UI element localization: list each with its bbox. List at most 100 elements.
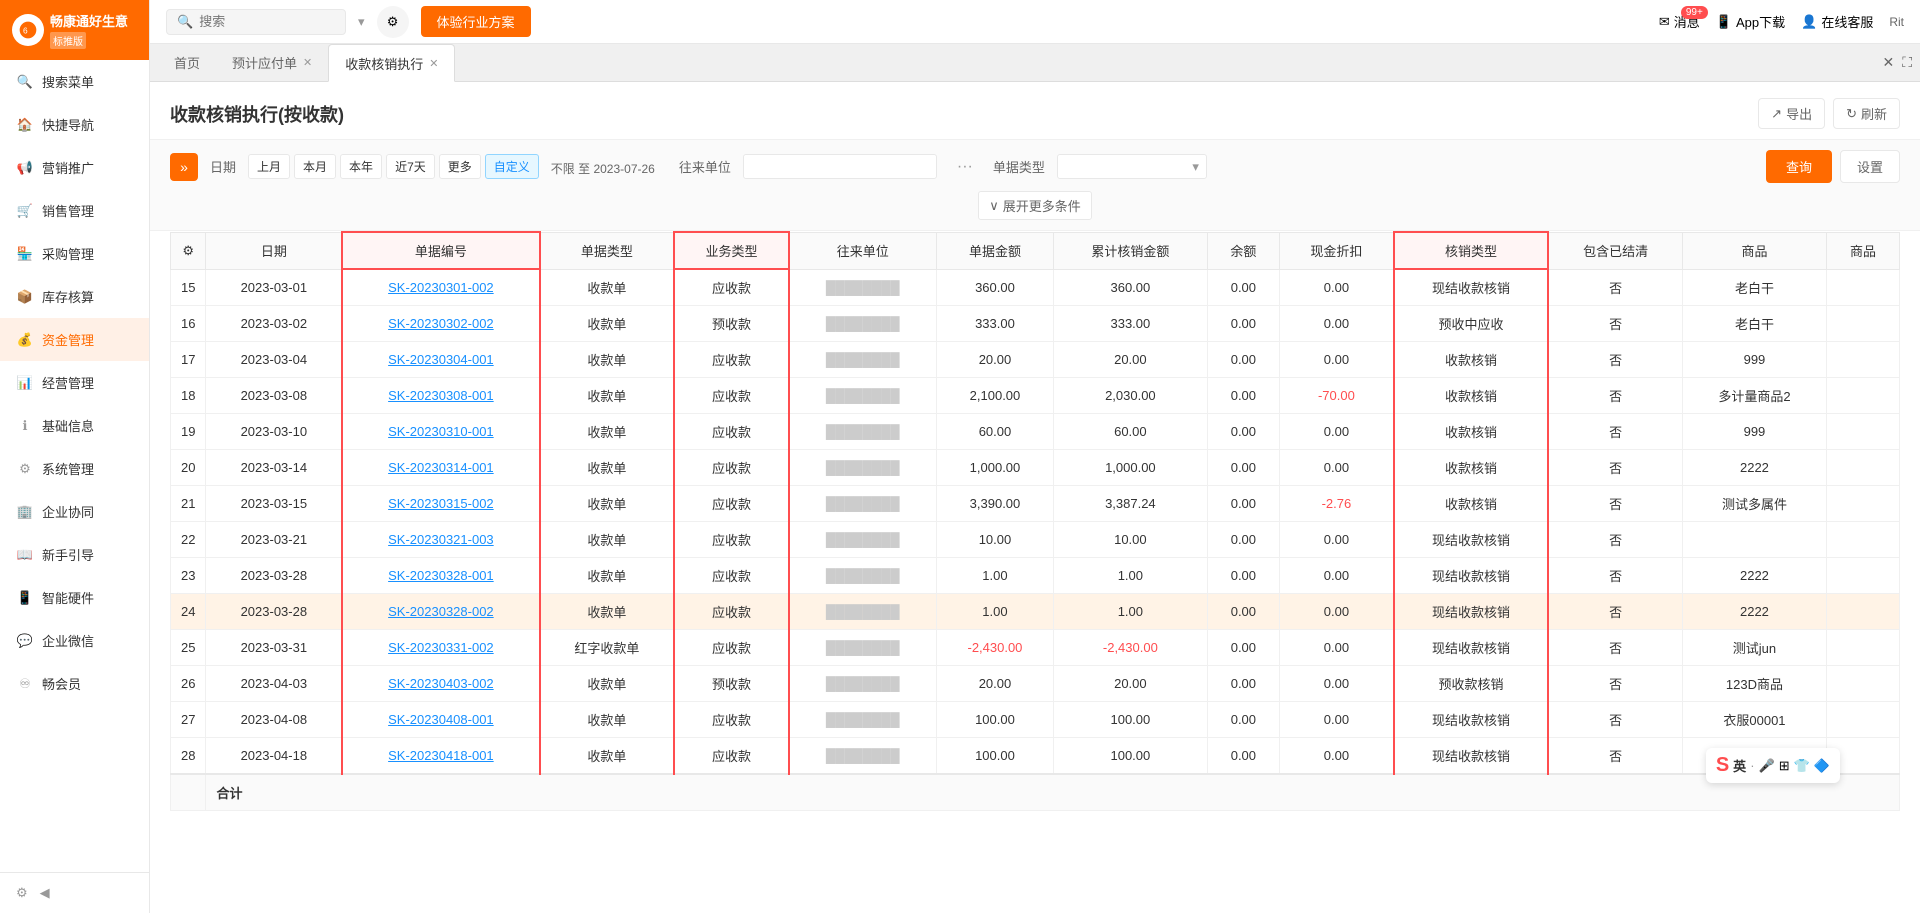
search-icon: 🔍 <box>16 73 34 91</box>
voucher-no-link[interactable]: SK-20230403-002 <box>388 676 494 691</box>
megaphone-icon: 📢 <box>16 159 34 177</box>
voucher-no-link[interactable]: SK-20230304-001 <box>388 352 494 367</box>
tab-home[interactable]: 首页 <box>158 44 216 82</box>
tab-offset-close[interactable]: ✕ <box>429 57 438 70</box>
voucher-no-link[interactable]: SK-20230331-002 <box>388 640 494 655</box>
voucher-no-link[interactable]: SK-20230418-001 <box>388 748 494 763</box>
data-table: ⚙ 日期 单据编号 单据类型 业务类型 往来单位 单据金额 累计核销金额 余额 … <box>170 231 1900 811</box>
voucher-no-link[interactable]: SK-20230310-001 <box>388 424 494 439</box>
sidebar-item-operations[interactable]: 📊 经营管理 <box>0 361 149 404</box>
cell-goods: 2222 <box>1682 594 1826 630</box>
filter-toggle-button[interactable]: » <box>170 153 198 181</box>
filter-settings-button[interactable]: 设置 <box>1840 150 1900 183</box>
cell-goods: 2222 <box>1682 450 1826 486</box>
tab-offset[interactable]: 收款核销执行 ✕ <box>328 44 455 82</box>
cell-offset-type: 收款核销 <box>1394 378 1549 414</box>
cell-include-settled: 否 <box>1548 342 1682 378</box>
tab-actions: ✕ ⛶ <box>1882 54 1912 71</box>
date-this-year[interactable]: 本年 <box>340 154 382 179</box>
voucher-no-link[interactable]: SK-20230302-002 <box>388 316 494 331</box>
cell-balance: 0.00 <box>1207 450 1280 486</box>
sidebar-item-quicknav[interactable]: 🏠 快捷导航 <box>0 103 149 146</box>
more-options-button[interactable]: ··· <box>949 158 981 176</box>
th-amount: 单据金额 <box>936 232 1054 269</box>
export-button[interactable]: ↗ 导出 <box>1758 98 1825 129</box>
close-all-tabs-button[interactable]: ✕ <box>1882 54 1894 71</box>
sidebar-item-marketing[interactable]: 📢 营销推广 <box>0 146 149 189</box>
cell-offset-type: 现结收款核销 <box>1394 269 1549 306</box>
topbar-gear-button[interactable]: ⚙ <box>377 6 409 38</box>
tab-payable[interactable]: 预计应付单 ✕ <box>216 44 328 82</box>
topbar-search[interactable]: 🔍 <box>166 9 346 35</box>
sidebar-collapse-icon[interactable]: ◀ <box>40 885 50 901</box>
topbar-search-input[interactable] <box>199 14 335 29</box>
cell-goods: 测试多属件 <box>1682 486 1826 522</box>
voucher-no-link[interactable]: SK-20230328-001 <box>388 568 494 583</box>
voucher-no-link[interactable]: SK-20230328-002 <box>388 604 494 619</box>
date-last-month[interactable]: 上月 <box>248 154 290 179</box>
sidebar-item-member[interactable]: ♾ 畅会员 <box>0 662 149 705</box>
cell-goods2 <box>1827 378 1900 414</box>
refresh-button[interactable]: ↻ 刷新 <box>1833 98 1900 129</box>
cell-cum-offset: 333.00 <box>1054 306 1207 342</box>
online-service-button[interactable]: 👤 在线客服 <box>1801 12 1873 31</box>
cell-partner: ████████ <box>789 702 936 738</box>
sidebar-item-system[interactable]: ⚙ 系统管理 <box>0 447 149 490</box>
brand-text: 英 <box>1733 756 1746 775</box>
cell-id: 19 <box>171 414 206 450</box>
app-download-button[interactable]: 📱 App下载 <box>1716 12 1785 31</box>
voucher-type-select[interactable] <box>1057 154 1207 179</box>
date-custom[interactable]: 自定义 <box>485 154 539 179</box>
sidebar-item-purchase[interactable]: 🏪 采购管理 <box>0 232 149 275</box>
table-row: 23 2023-03-28 SK-20230328-001 收款单 应收款 ██… <box>171 558 1900 594</box>
cell-include-settled: 否 <box>1548 738 1682 775</box>
voucher-no-link[interactable]: SK-20230301-002 <box>388 280 494 295</box>
sidebar-settings-icon[interactable]: ⚙ <box>16 885 28 901</box>
voucher-no-link[interactable]: SK-20230408-001 <box>388 712 494 727</box>
sidebar-item-finance[interactable]: 💰 资金管理 <box>0 318 149 361</box>
sidebar-item-collab[interactable]: 🏢 企业协同 <box>0 490 149 533</box>
sidebar-item-sales[interactable]: 🛒 销售管理 <box>0 189 149 232</box>
partner-filter-input[interactable] <box>743 154 937 179</box>
cell-amount: 360.00 <box>936 269 1054 306</box>
th-gear[interactable]: ⚙ <box>171 232 206 269</box>
cell-goods2 <box>1827 666 1900 702</box>
query-button[interactable]: 查询 <box>1766 150 1832 183</box>
cell-biz-type: 应收款 <box>674 738 789 775</box>
th-partner: 往来单位 <box>789 232 936 269</box>
sidebar-item-wechat[interactable]: 💬 企业微信 <box>0 619 149 662</box>
cell-biz-type: 应收款 <box>674 414 789 450</box>
cell-partner: ████████ <box>789 630 936 666</box>
page-header: 收款核销执行(按收款) ↗ 导出 ↻ 刷新 <box>150 82 1920 140</box>
date-more[interactable]: 更多 <box>439 154 481 179</box>
sidebar-item-search[interactable]: 🔍 搜索菜单 <box>0 60 149 103</box>
expand-tab-button[interactable]: ⛶ <box>1902 54 1912 71</box>
sidebar-nav: 🔍 搜索菜单 🏠 快捷导航 📢 营销推广 🛒 销售管理 🏪 采购管理 📦 库存核… <box>0 60 149 872</box>
solution-button[interactable]: 体验行业方案 <box>421 6 531 37</box>
cell-cash-discount: 0.00 <box>1280 306 1394 342</box>
voucher-no-link[interactable]: SK-20230314-001 <box>388 460 494 475</box>
cell-amount: 2,100.00 <box>936 378 1054 414</box>
sidebar-item-hardware[interactable]: 📱 智能硬件 <box>0 576 149 619</box>
date-7days[interactable]: 近7天 <box>386 154 435 179</box>
voucher-no-link[interactable]: SK-20230315-002 <box>388 496 494 511</box>
date-this-month[interactable]: 本月 <box>294 154 336 179</box>
sidebar-item-base-info[interactable]: ℹ 基础信息 <box>0 404 149 447</box>
cell-id: 20 <box>171 450 206 486</box>
sidebar-item-guide[interactable]: 📖 新手引导 <box>0 533 149 576</box>
cell-biz-type: 应收款 <box>674 630 789 666</box>
sidebar-item-inventory[interactable]: 📦 库存核算 <box>0 275 149 318</box>
voucher-no-link[interactable]: SK-20230321-003 <box>388 532 494 547</box>
logo-icon: 6 <box>12 14 44 46</box>
topbar-chevron-icon[interactable]: ▾ <box>358 14 365 30</box>
cell-goods: 老白干 <box>1682 269 1826 306</box>
expand-conditions-button[interactable]: ∨ 展开更多条件 <box>978 191 1092 220</box>
cell-voucher-no: SK-20230408-001 <box>342 702 539 738</box>
tab-payable-close[interactable]: ✕ <box>303 56 312 69</box>
sidebar: 6 畅康通好生意 标推版 🔍 搜索菜单 🏠 快捷导航 📢 营销推广 🛒 销售管理… <box>0 0 150 913</box>
voucher-no-link[interactable]: SK-20230308-001 <box>388 388 494 403</box>
cell-voucher-no: SK-20230328-001 <box>342 558 539 594</box>
cell-cash-discount: 0.00 <box>1280 414 1394 450</box>
messages-button[interactable]: ✉ 消息 99+ <box>1659 12 1700 31</box>
cell-include-settled: 否 <box>1548 666 1682 702</box>
